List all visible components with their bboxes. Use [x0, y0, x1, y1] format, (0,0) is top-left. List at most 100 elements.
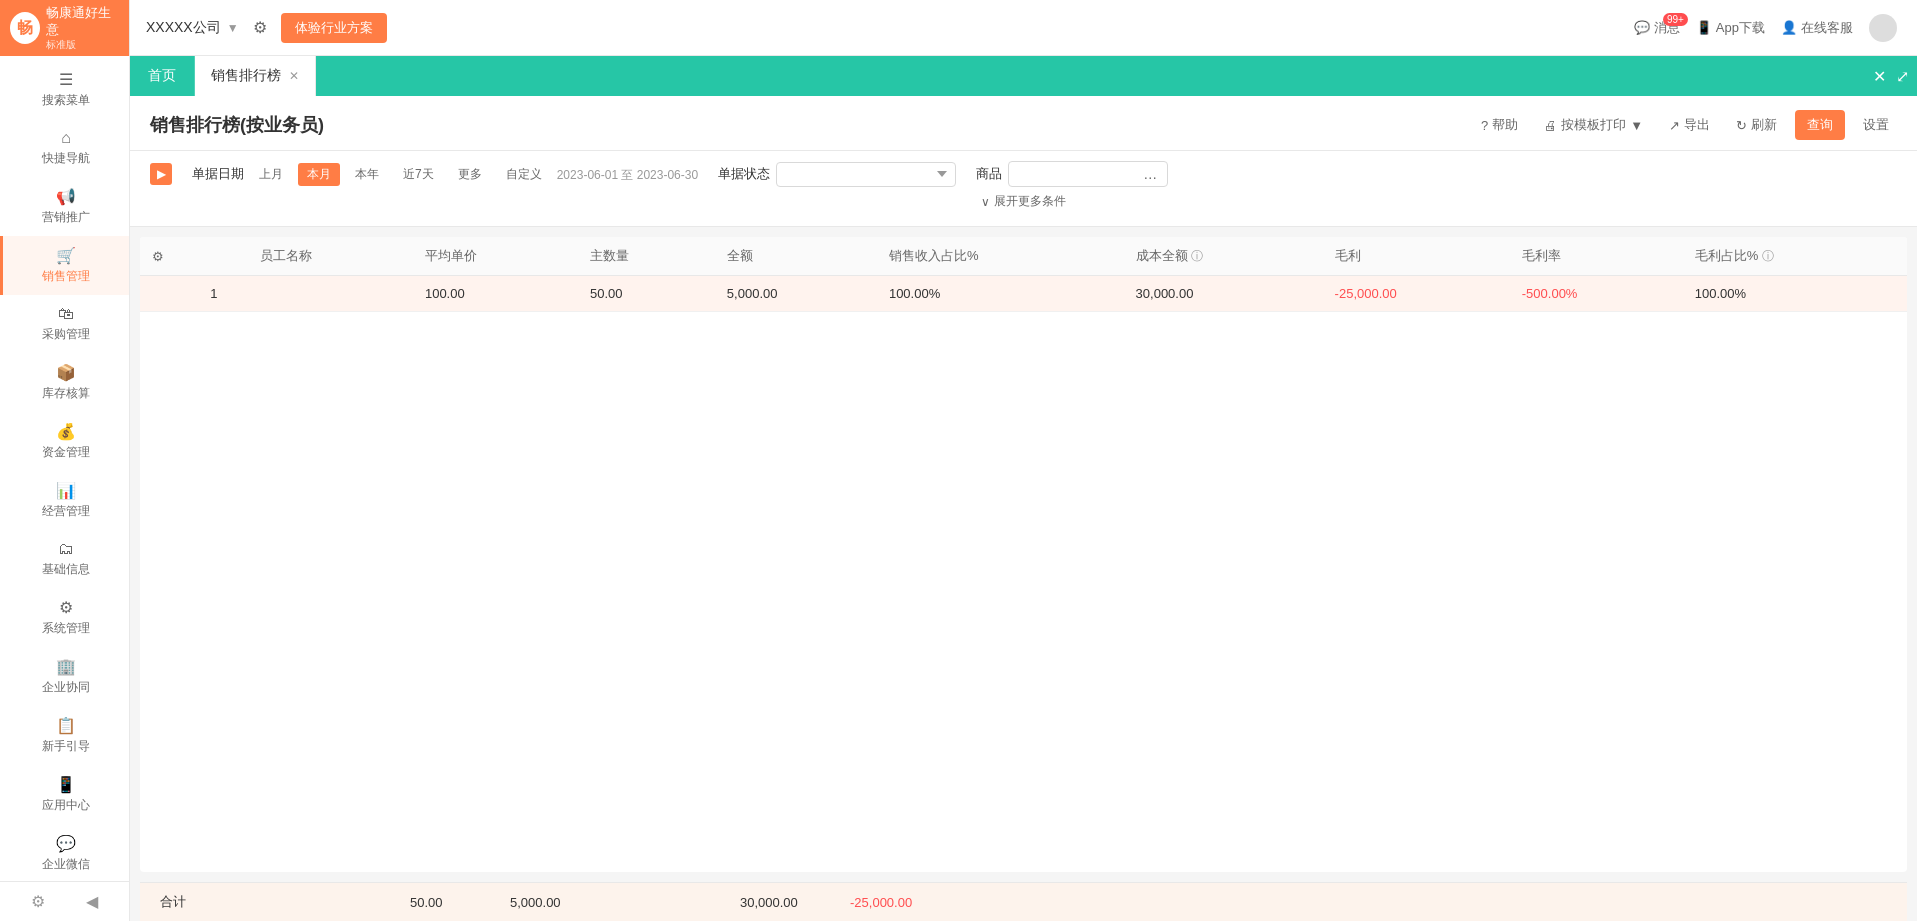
sidebar-item-basic-label: 基础信息	[42, 561, 90, 578]
wechat-icon: 💬	[56, 834, 76, 853]
enterprise-icon: 🏢	[56, 657, 76, 676]
query-button[interactable]: 查询	[1795, 110, 1845, 140]
th-amount: 全额	[715, 237, 877, 276]
sidebar-item-purchase[interactable]: 🛍 采购管理	[0, 295, 129, 353]
row-cost: 30,000.00	[1124, 276, 1323, 312]
sidebar-item-basic[interactable]: 🗂 基础信息	[0, 530, 129, 588]
app-download-btn[interactable]: 📱 App下载	[1696, 19, 1765, 37]
company-dropdown-icon: ▼	[227, 21, 239, 35]
sidebar-item-shortcut[interactable]: ⌂ 快捷导航	[0, 119, 129, 177]
sidebar-item-marketing-label: 营销推广	[42, 209, 90, 226]
date-btn-year[interactable]: 本年	[346, 163, 388, 186]
date-range-display: 2023-06-01 至 2023-06-30	[557, 167, 698, 184]
row-gross-pct: 100.00%	[1683, 276, 1907, 312]
goods-filter-item: 商品 …	[976, 161, 1168, 187]
cost-info-icon[interactable]: ⓘ	[1191, 249, 1203, 263]
sidebar-item-enterprise[interactable]: 🏢 企业协同	[0, 647, 129, 706]
date-btn-7days[interactable]: 近7天	[394, 163, 443, 186]
logo-name: 畅康通好生意	[46, 5, 119, 39]
sidebar: 畅 畅康通好生意 标准版 ☰ 搜索菜单 ⌂ 快捷导航 📢 营销推广 🛒 销售管理…	[0, 0, 130, 921]
date-filter-label: 单据日期	[192, 165, 244, 183]
sidebar-item-finance[interactable]: 💰 资金管理	[0, 412, 129, 471]
user-avatar-btn[interactable]	[1869, 14, 1901, 42]
sidebar-item-operation-label: 经营管理	[42, 503, 90, 520]
sidebar-collapse-btn[interactable]: ◀	[86, 892, 98, 911]
tab-home-label: 首页	[148, 67, 176, 85]
expand-more-btn[interactable]: ∨ 展开更多条件	[981, 193, 1066, 210]
sidebar-item-wechat[interactable]: 💬 企业微信	[0, 824, 129, 881]
sidebar-item-inventory[interactable]: 📦 库存核算	[0, 353, 129, 412]
settings-button[interactable]: 设置	[1855, 112, 1897, 138]
basic-icon: 🗂	[58, 540, 74, 558]
service-icon: 👤	[1781, 20, 1797, 35]
message-btn[interactable]: 💬 消息 99+	[1634, 19, 1680, 37]
status-filter-item: 单据状态	[718, 162, 956, 187]
sidebar-item-search[interactable]: ☰ 搜索菜单	[0, 60, 129, 119]
status-select[interactable]	[776, 162, 956, 187]
goods-input-wrap: …	[1008, 161, 1168, 187]
sidebar-item-sales-label: 销售管理	[42, 268, 90, 285]
filter-toggle-btn[interactable]: ▶	[150, 163, 172, 185]
row-gross: -25,000.00	[1323, 276, 1510, 312]
goods-more-icon[interactable]: …	[1143, 166, 1157, 182]
export-label: 导出	[1684, 116, 1710, 134]
online-service-btn[interactable]: 👤 在线客服	[1781, 19, 1853, 37]
filter-row: ▶ 单据日期 上月 本月 本年 近7天 更多 自定义 2023-06-01 至 …	[150, 161, 1897, 187]
trial-button[interactable]: 体验行业方案	[281, 13, 387, 43]
help-label: 帮助	[1492, 116, 1518, 134]
logo-sub: 标准版	[46, 38, 119, 51]
th-gross: 毛利	[1323, 237, 1510, 276]
sidebar-item-purchase-label: 采购管理	[42, 326, 90, 343]
table-row: 1 100.00 50.00 5,000.00 100.00% 30,000.0…	[140, 276, 1907, 312]
sidebar-item-system[interactable]: ⚙ 系统管理	[0, 588, 129, 647]
tab-sales-ranking[interactable]: 销售排行榜 ✕	[195, 56, 316, 96]
sidebar-item-apps-label: 应用中心	[42, 797, 90, 814]
shortcut-icon: ⌂	[61, 129, 71, 147]
topbar-right: 💬 消息 99+ 📱 App下载 👤 在线客服	[1634, 14, 1901, 42]
export-icon: ↗	[1669, 118, 1680, 133]
tab-close-icon[interactable]: ✕	[289, 69, 299, 83]
company-selector[interactable]: XXXXX公司 ▼	[146, 19, 239, 37]
footer-gross: -25,000.00	[850, 895, 950, 910]
th-gross-rate: 毛利率	[1510, 237, 1683, 276]
th-cost: 成本全额 ⓘ	[1124, 237, 1323, 276]
date-btn-last[interactable]: 上月	[250, 163, 292, 186]
th-qty: 主数量	[578, 237, 715, 276]
footer-cost: 30,000.00	[740, 895, 850, 910]
date-btn-custom[interactable]: 自定义	[497, 163, 551, 186]
sidebar-item-sales[interactable]: 🛒 销售管理	[0, 236, 129, 295]
company-settings-icon[interactable]: ⚙	[253, 18, 267, 37]
sidebar-item-operation[interactable]: 📊 经营管理	[0, 471, 129, 530]
window-close-icon[interactable]: ✕	[1873, 67, 1886, 86]
print-button[interactable]: 🖨 按模板打印 ▼	[1536, 112, 1651, 138]
footer-amount: 5,000.00	[510, 895, 620, 910]
row-gross-rate: -500.00%	[1510, 276, 1683, 312]
sidebar-item-marketing[interactable]: 📢 营销推广	[0, 177, 129, 236]
refresh-label: 刷新	[1751, 116, 1777, 134]
row-name	[248, 276, 413, 312]
footer-label: 合计	[160, 893, 240, 911]
status-filter-label: 单据状态	[718, 165, 770, 183]
goods-input[interactable]	[1019, 167, 1139, 182]
tabbar: 首页 销售排行榜 ✕ ✕ ⤢	[130, 56, 1917, 96]
sidebar-item-inventory-label: 库存核算	[42, 385, 90, 402]
tab-home[interactable]: 首页	[130, 56, 195, 96]
date-filter-item: 单据日期 上月 本月 本年 近7天 更多 自定义 2023-06-01 至 20…	[192, 163, 698, 186]
date-btn-current[interactable]: 本月	[298, 163, 340, 186]
window-maximize-icon[interactable]: ⤢	[1896, 67, 1909, 86]
settings-label: 设置	[1863, 116, 1889, 134]
sidebar-settings-btn[interactable]: ⚙	[31, 892, 45, 911]
sidebar-item-guide[interactable]: 📋 新手引导	[0, 706, 129, 765]
date-btn-more[interactable]: 更多	[449, 163, 491, 186]
company-name: XXXXX公司	[146, 19, 221, 37]
refresh-button[interactable]: ↻ 刷新	[1728, 112, 1785, 138]
help-button[interactable]: ? 帮助	[1473, 112, 1526, 138]
service-label: 在线客服	[1801, 19, 1853, 37]
sidebar-nav: ☰ 搜索菜单 ⌂ 快捷导航 📢 营销推广 🛒 销售管理 🛍 采购管理 📦 库存核…	[0, 56, 129, 881]
gross-pct-info-icon[interactable]: ⓘ	[1762, 249, 1774, 263]
avatar	[1869, 14, 1897, 42]
th-sales-pct: 销售收入占比%	[877, 237, 1124, 276]
th-settings[interactable]: ⚙	[140, 237, 180, 276]
export-button[interactable]: ↗ 导出	[1661, 112, 1718, 138]
sidebar-item-apps[interactable]: 📱 应用中心	[0, 765, 129, 824]
